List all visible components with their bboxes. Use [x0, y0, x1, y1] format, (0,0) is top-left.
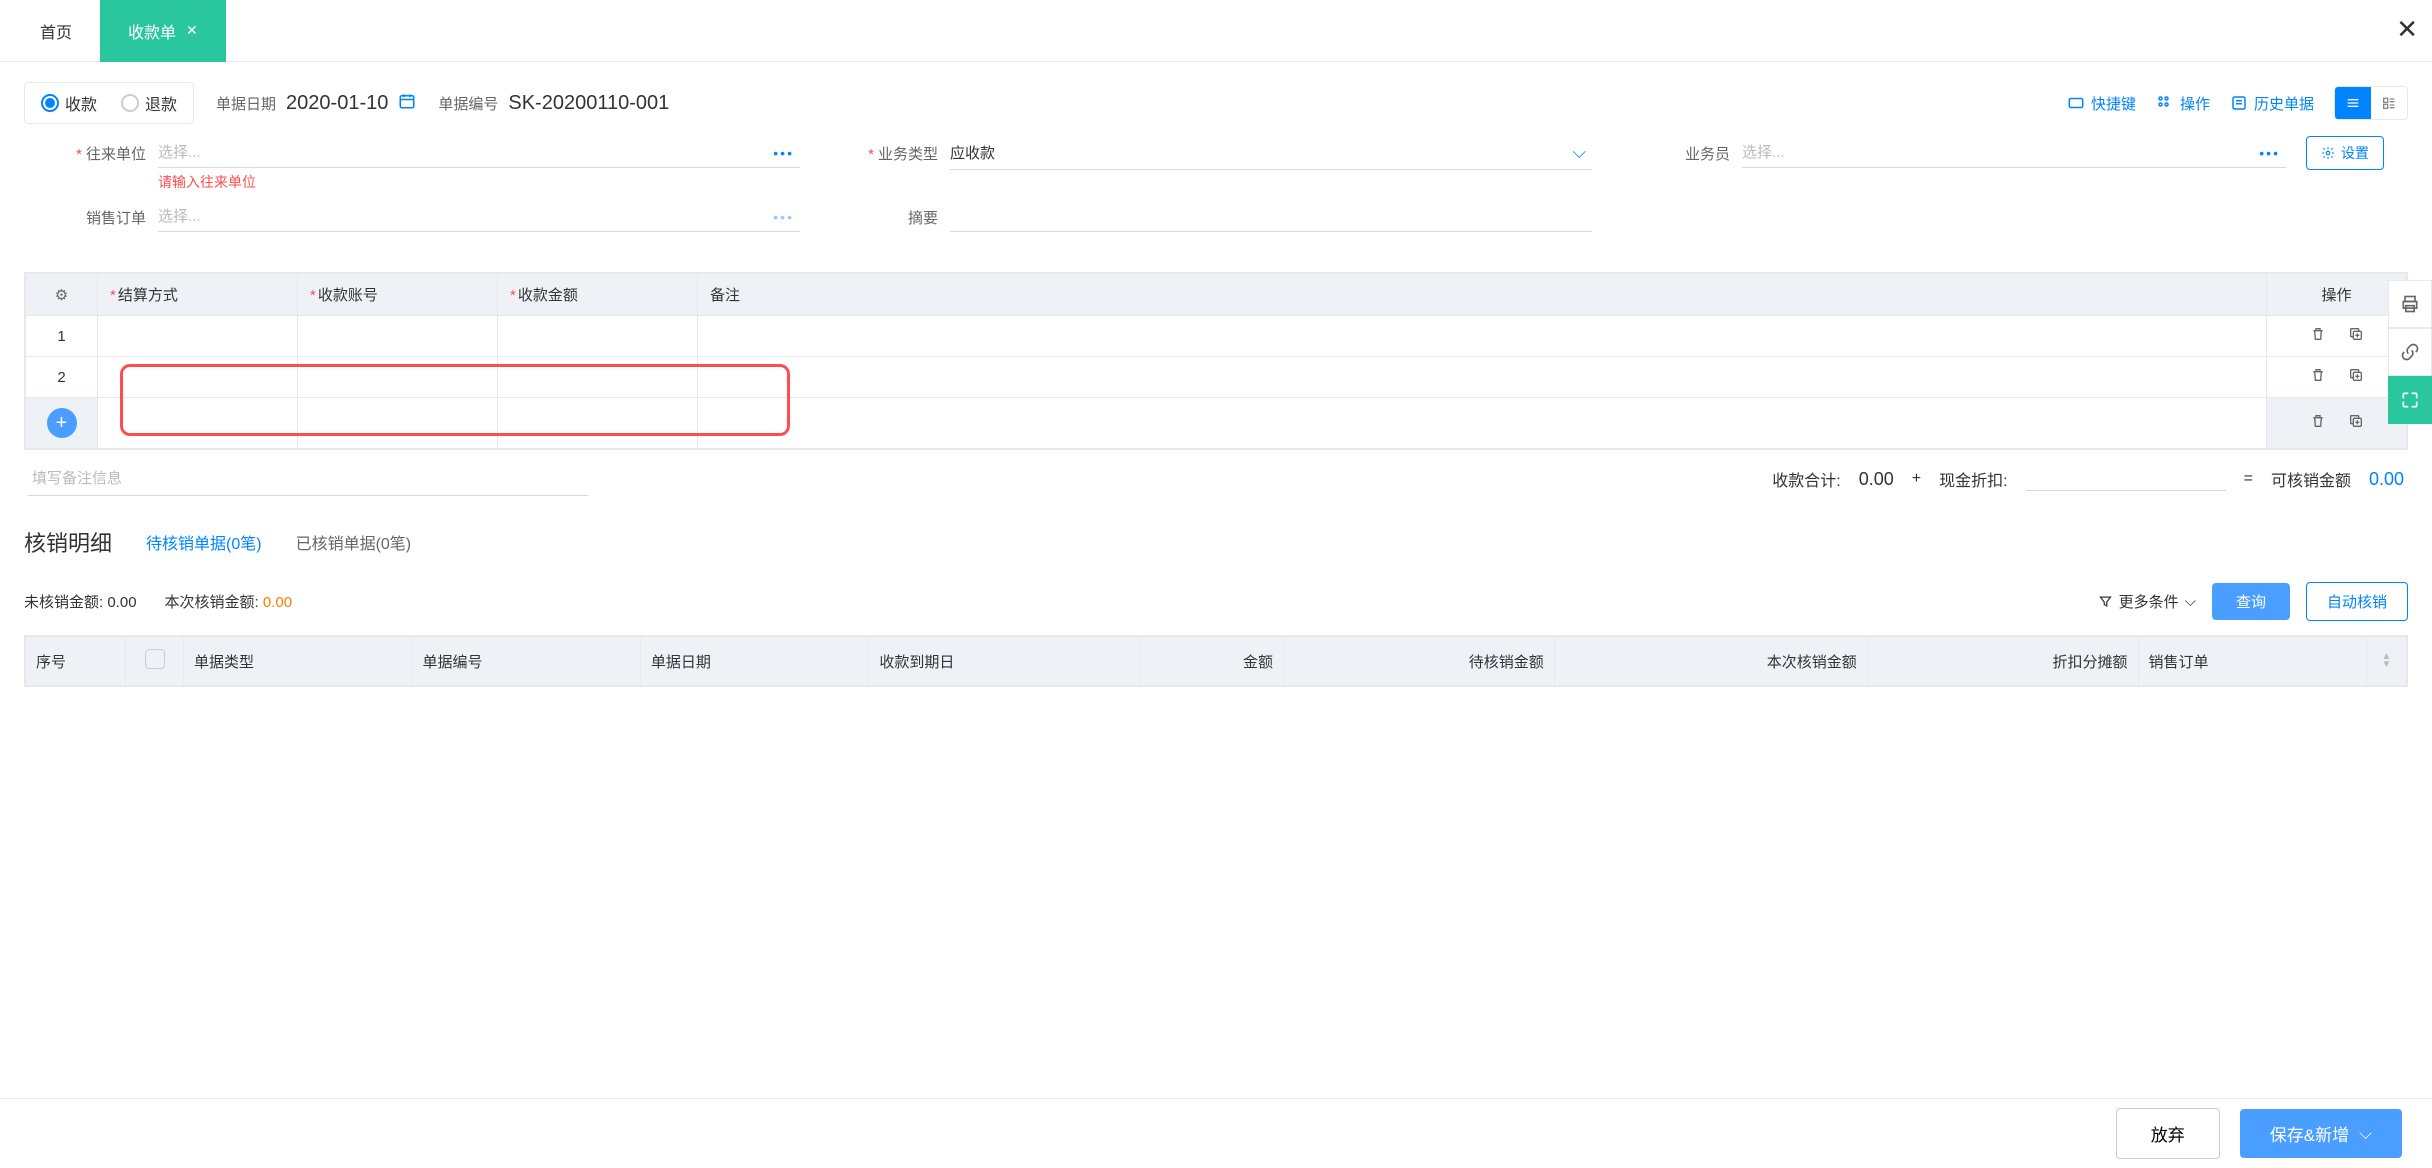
more-icon[interactable]: ••• — [2253, 145, 2286, 161]
more-conditions-button[interactable]: 更多条件 ⌵ — [2098, 591, 2196, 612]
col-pending[interactable]: 待核销金额 — [1283, 637, 1554, 686]
delete-icon[interactable] — [2310, 367, 2326, 387]
col-sort[interactable]: ▲▼ — [2367, 637, 2407, 686]
col-this-amount[interactable]: 本次核销金额 — [1554, 637, 1867, 686]
writeoff-amount-value: 0.00 — [2369, 469, 2404, 490]
partner-field: *往来单位 ••• 请输入往来单位 — [48, 136, 800, 170]
copy-icon[interactable] — [2348, 413, 2364, 433]
biz-type-input[interactable] — [950, 144, 1566, 161]
tab-pending-writeoff[interactable]: 待核销单据(0笔) — [146, 530, 262, 554]
footer-bar: 放弃 保存&新增 ⌵ — [0, 1098, 2432, 1168]
remark-input[interactable] — [28, 462, 588, 496]
col-seq: 序号 — [26, 637, 126, 686]
col-amount[interactable]: 金额 — [1140, 637, 1284, 686]
col-due-date[interactable]: 收款到期日 — [869, 637, 1140, 686]
col-sales-order[interactable]: 销售订单 — [2138, 637, 2367, 686]
add-row-button[interactable]: + — [47, 408, 77, 438]
receipt-type-radio-group: 收款 退款 — [24, 82, 194, 124]
view-detail-button[interactable] — [2371, 87, 2407, 119]
settings-button[interactable]: 设置 — [2306, 136, 2384, 170]
grid-icon — [2156, 94, 2174, 112]
dock-expand-icon[interactable] — [2388, 376, 2432, 424]
col-checkbox[interactable] — [126, 637, 184, 686]
summary-row: 收款合计: 0.00 + 现金折扣: = 可核销金额 0.00 — [24, 462, 2408, 496]
keyboard-icon — [2067, 94, 2085, 112]
writeoff-amount-label: 可核销金额 — [2271, 467, 2351, 491]
view-toggle — [2334, 86, 2408, 120]
cancel-button[interactable]: 放弃 — [2116, 1108, 2220, 1159]
writeoff-table: 序号 单据类型 单据编号 单据日期 收款到期日 金额 待核销金额 本次核销金额 … — [24, 635, 2408, 687]
side-dock — [2388, 280, 2432, 424]
digest-field: 摘要 — [840, 202, 1592, 232]
total-label: 收款合计: — [1772, 467, 1840, 491]
save-button[interactable]: 保存&新增 ⌵ — [2240, 1109, 2402, 1158]
salesman-field: 业务员 ••• 设置 — [1632, 136, 2384, 170]
table-row[interactable]: 2 — [26, 357, 2407, 398]
chevron-down-icon: ⌵ — [2185, 593, 2196, 610]
col-discount-share[interactable]: 折扣分摊额 — [1867, 637, 2138, 686]
payment-table: ⚙ *结算方式 *收款账号 *收款金额 备注 操作 1 2 + — [24, 272, 2408, 450]
history-icon — [2230, 94, 2248, 112]
operate-action[interactable]: 操作 — [2156, 93, 2210, 114]
partner-error-text: 请输入往来单位 — [158, 172, 256, 192]
close-icon[interactable]: ✕ — [186, 22, 198, 39]
delete-icon[interactable] — [2310, 326, 2326, 346]
more-icon[interactable]: ••• — [767, 209, 800, 225]
sales-order-input[interactable] — [158, 208, 767, 225]
writeoff-title: 核销明细 — [24, 526, 112, 558]
tab-current[interactable]: 收款单 ✕ — [100, 0, 226, 62]
more-icon[interactable]: ••• — [767, 145, 800, 161]
copy-icon[interactable] — [2348, 326, 2364, 346]
view-list-button[interactable] — [2335, 87, 2371, 119]
gear-icon[interactable]: ⚙ — [55, 287, 68, 304]
sales-order-field: 销售订单 ••• — [48, 202, 800, 232]
radio-receipt-label: 收款 — [65, 91, 97, 115]
delete-icon[interactable] — [2310, 413, 2326, 433]
radio-refund-label: 退款 — [145, 91, 177, 115]
history-action[interactable]: 历史单据 — [2230, 93, 2314, 114]
form-grid: *往来单位 ••• 请输入往来单位 *业务类型 ⌵ 业务员 ••• — [24, 136, 2408, 232]
equals-sign: = — [2244, 470, 2253, 488]
tab-bar: 首页 收款单 ✕ ✕ — [0, 0, 2432, 62]
shortcut-action[interactable]: 快捷键 — [2067, 93, 2136, 114]
plus-sign: + — [1912, 470, 1921, 488]
biz-type-field: *业务类型 ⌵ — [840, 136, 1592, 170]
total-value: 0.00 — [1859, 469, 1894, 490]
chevron-down-icon[interactable]: ⌵ — [1566, 142, 1592, 163]
tab-current-label: 收款单 — [128, 19, 176, 43]
col-doc-date[interactable]: 单据日期 — [640, 637, 868, 686]
partner-input[interactable] — [158, 144, 767, 161]
tab-done-writeoff[interactable]: 已核销单据(0笔) — [296, 530, 412, 554]
date-label: 单据日期 — [216, 93, 276, 114]
col-doc-type[interactable]: 单据类型 — [184, 637, 412, 686]
copy-icon[interactable] — [2348, 367, 2364, 387]
document-header-row: 收款 退款 单据日期 2020-01-10 单据编号 SK-20200110-0… — [24, 82, 2408, 124]
auto-writeoff-button[interactable]: 自动核销 — [2306, 582, 2408, 621]
doc-number-value: SK-20200110-001 — [508, 92, 669, 115]
global-close-icon[interactable]: ✕ — [2396, 14, 2418, 45]
writeoff-section: 核销明细 待核销单据(0笔) 已核销单据(0笔) 未核销金额: 0.00 本次核… — [24, 526, 2408, 687]
dock-print-icon[interactable] — [2388, 280, 2432, 328]
query-button[interactable]: 查询 — [2212, 583, 2290, 620]
col-doc-num[interactable]: 单据编号 — [412, 637, 640, 686]
radio-refund[interactable]: 退款 — [121, 91, 177, 115]
salesman-input[interactable] — [1742, 144, 2253, 161]
filter-icon — [2098, 594, 2113, 609]
doc-number-label: 单据编号 — [438, 93, 498, 114]
calendar-icon[interactable] — [398, 92, 416, 115]
unwriteoff-amount: 未核销金额: 0.00 — [24, 591, 137, 612]
date-value[interactable]: 2020-01-10 — [286, 92, 388, 115]
dock-link-icon[interactable] — [2388, 328, 2432, 376]
gear-icon — [2321, 146, 2335, 160]
this-writeoff-amount: 本次核销金额: 0.00 — [165, 591, 293, 612]
digest-input[interactable] — [950, 208, 1592, 225]
table-row[interactable]: 1 — [26, 316, 2407, 357]
chevron-down-icon[interactable]: ⌵ — [2359, 1124, 2372, 1144]
discount-input[interactable] — [2026, 467, 2226, 491]
discount-label: 现金折扣: — [1939, 467, 2007, 491]
tab-home[interactable]: 首页 — [12, 0, 100, 62]
radio-receipt[interactable]: 收款 — [41, 91, 97, 115]
